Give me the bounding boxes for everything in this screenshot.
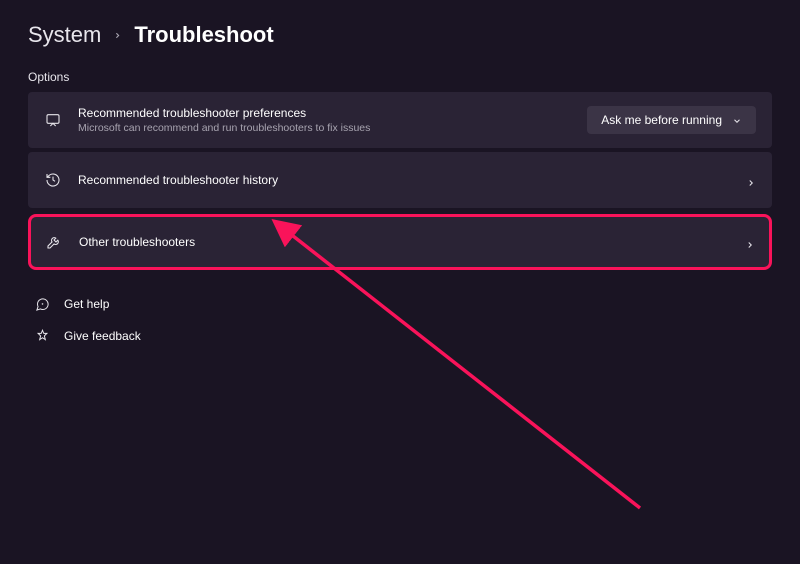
chevron-right-icon bbox=[113, 27, 122, 43]
history-title: Recommended troubleshooter history bbox=[78, 173, 730, 187]
get-help-label: Get help bbox=[64, 297, 109, 311]
other-title: Other troubleshooters bbox=[79, 235, 729, 249]
card-text: Recommended troubleshooter preferences M… bbox=[78, 106, 571, 134]
message-icon bbox=[44, 111, 62, 129]
give-feedback-label: Give feedback bbox=[64, 329, 141, 343]
other-troubleshooters-card[interactable]: Other troubleshooters bbox=[28, 214, 772, 270]
preferences-subtitle: Microsoft can recommend and run troubles… bbox=[78, 122, 571, 134]
give-feedback-link[interactable]: Give feedback bbox=[28, 320, 772, 352]
breadcrumb-parent[interactable]: System bbox=[28, 22, 101, 48]
feedback-icon bbox=[34, 328, 50, 344]
wrench-icon bbox=[45, 233, 63, 251]
dropdown-value: Ask me before running bbox=[601, 113, 722, 127]
card-text: Recommended troubleshooter history bbox=[78, 173, 730, 187]
troubleshooter-history-card[interactable]: Recommended troubleshooter history bbox=[28, 152, 772, 208]
history-icon bbox=[44, 171, 62, 189]
chevron-right-icon bbox=[745, 237, 755, 247]
section-label: Options bbox=[28, 70, 772, 84]
page-title: Troubleshoot bbox=[134, 22, 273, 48]
preferences-dropdown[interactable]: Ask me before running bbox=[587, 106, 756, 134]
card-text: Other troubleshooters bbox=[79, 235, 729, 249]
preferences-title: Recommended troubleshooter preferences bbox=[78, 106, 571, 120]
chevron-right-icon bbox=[746, 175, 756, 185]
help-icon bbox=[34, 296, 50, 312]
breadcrumb: System Troubleshoot bbox=[28, 22, 772, 48]
troubleshooter-preferences-card[interactable]: Recommended troubleshooter preferences M… bbox=[28, 92, 772, 148]
get-help-link[interactable]: Get help bbox=[28, 288, 772, 320]
chevron-down-icon bbox=[732, 115, 742, 125]
